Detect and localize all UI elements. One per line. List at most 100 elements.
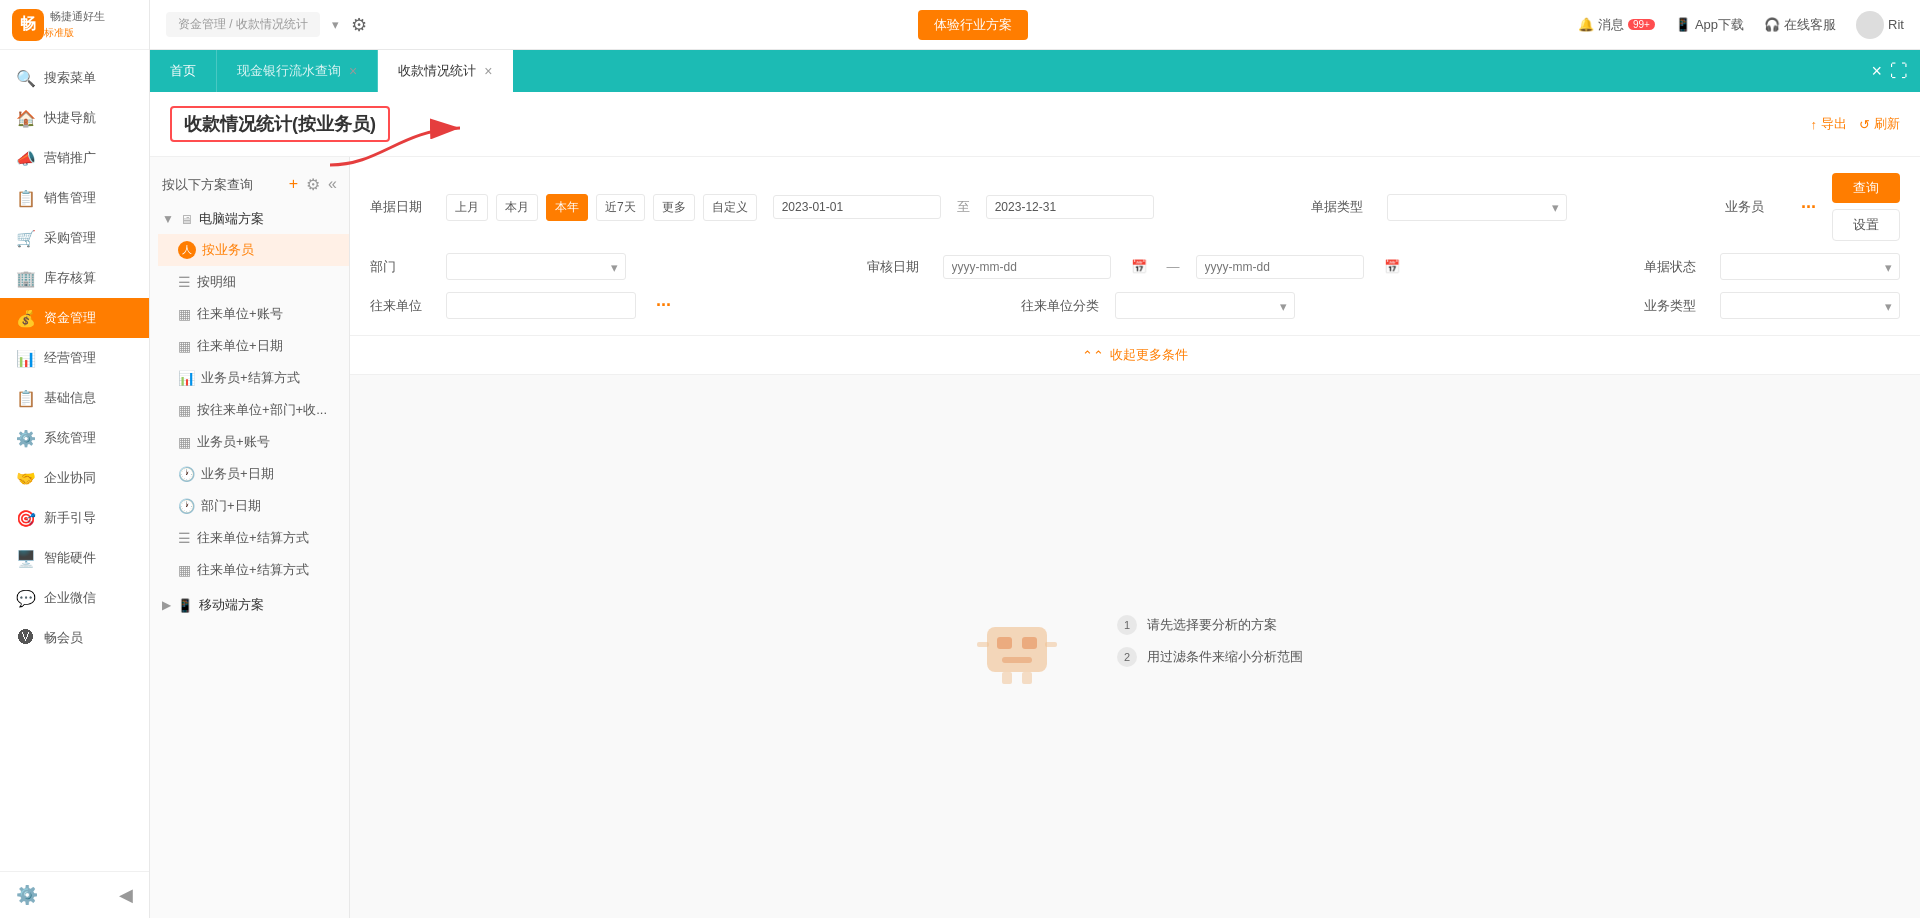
header-left: 资金管理 / 收款情况统计 ▾ ⚙	[166, 12, 367, 37]
sidebar-item-basic-info[interactable]: 📋 基础信息	[0, 378, 149, 418]
svg-rect-2	[1022, 637, 1037, 649]
date-btn-custom[interactable]: 自定义	[703, 194, 757, 221]
dept-label: 部门	[370, 258, 430, 276]
query-button[interactable]: 查询	[1832, 173, 1900, 203]
trial-button[interactable]: 体验行业方案	[918, 10, 1028, 40]
business-type-select[interactable]	[1720, 292, 1900, 319]
tab-bar-right: × ⛶	[1859, 50, 1920, 92]
sidebar-item-finance[interactable]: 💰 资金管理	[0, 298, 149, 338]
sidebar-item-hardware[interactable]: 🖥️ 智能硬件	[0, 538, 149, 578]
sidebar-collapse-icon[interactable]: ◀	[119, 884, 133, 906]
top-header: 资金管理 / 收款情况统计 ▾ ⚙ 体验行业方案 🔔 消息 99+ 📱 App下…	[150, 0, 1920, 50]
scheme-item-by-detail[interactable]: ☰ 按明细	[158, 266, 349, 298]
doc-status-select-wrapper	[1720, 253, 1900, 280]
tab-home[interactable]: 首页	[150, 50, 217, 92]
scheme-group-mobile-title[interactable]: ▶ 📱 移动端方案	[150, 590, 349, 620]
operations-icon: 📊	[16, 348, 36, 368]
salesperson-more-btn[interactable]: ···	[1801, 197, 1816, 218]
date-btn-last-month[interactable]: 上月	[446, 194, 488, 221]
step-1-label: 请先选择要分析的方案	[1147, 616, 1277, 634]
username: Rit	[1888, 17, 1904, 32]
scheme-item-salesperson-date[interactable]: 🕐 业务员+日期	[158, 458, 349, 490]
online-service-area[interactable]: 🎧 在线客服	[1764, 16, 1836, 34]
date-btn-this-month[interactable]: 本月	[496, 194, 538, 221]
partner-input[interactable]	[446, 292, 636, 319]
scheme-item-salesperson-settlement[interactable]: 📊 业务员+结算方式	[158, 362, 349, 394]
purchase-icon: 🛒	[16, 228, 36, 248]
tab-bank-flow[interactable]: 现金银行流水查询 ×	[217, 50, 378, 92]
tab-receipt-stats[interactable]: 收款情况统计 ×	[378, 50, 513, 92]
sidebar-item-member[interactable]: 🅥 畅会员	[0, 618, 149, 658]
sidebar-item-wechat[interactable]: 💬 企业微信	[0, 578, 149, 618]
date-quick-btns-group: 上月 本月 本年 近7天 更多 自定义	[446, 194, 757, 221]
panel-add-button[interactable]: +	[289, 175, 298, 194]
sidebar-item-inventory[interactable]: 🏢 库存核算	[0, 258, 149, 298]
date-from-input[interactable]	[773, 195, 941, 219]
sidebar-item-purchase[interactable]: 🛒 采购管理	[0, 218, 149, 258]
doc-type-select[interactable]	[1387, 194, 1567, 221]
window-close-icon[interactable]: ×	[1871, 61, 1882, 82]
sidebar-item-search[interactable]: 🔍 搜索菜单	[0, 58, 149, 98]
sidebar-item-system[interactable]: ⚙️ 系统管理	[0, 418, 149, 458]
header-settings-icon[interactable]: ⚙	[351, 14, 367, 36]
date-btn-last-7-days[interactable]: 近7天	[596, 194, 645, 221]
date-to-input[interactable]	[986, 195, 1154, 219]
dept-select[interactable]	[446, 253, 626, 280]
scheme-item-partner-account[interactable]: ▦ 往来单位+账号	[158, 298, 349, 330]
notifications-area[interactable]: 🔔 消息 99+	[1578, 16, 1655, 34]
scheme-item-dept-date[interactable]: 🕐 部门+日期	[158, 490, 349, 522]
tab-bank-flow-close-icon[interactable]: ×	[349, 63, 357, 79]
review-date-to-input[interactable]	[1196, 255, 1364, 279]
business-type-select-wrapper	[1720, 292, 1900, 319]
scheme-item-by-salesperson[interactable]: 人 按业务员	[158, 234, 349, 266]
filter-row-3: 往来单位 ··· 往来单位分类 业务类型	[370, 292, 1900, 319]
app-download-label: App下载	[1695, 16, 1744, 34]
scheme-item-partner-settlement2[interactable]: ▦ 往来单位+结算方式	[158, 554, 349, 586]
salesperson-label: 业务员	[1725, 198, 1785, 216]
settings-button[interactable]: 设置	[1832, 209, 1900, 241]
scheme-item-partner-settlement[interactable]: ☰ 往来单位+结算方式	[158, 522, 349, 554]
scheme-item-salesperson-account[interactable]: ▦ 业务员+账号	[158, 426, 349, 458]
tab-receipt-stats-label: 收款情况统计	[398, 62, 476, 80]
sidebar-item-sales[interactable]: 📋 销售管理	[0, 178, 149, 218]
sidebar-item-guide[interactable]: 🎯 新手引导	[0, 498, 149, 538]
scheme-item-partner-dept-collect[interactable]: ▦ 按往来单位+部门+收...	[158, 394, 349, 426]
partner-category-select[interactable]	[1115, 292, 1295, 319]
partner-more-btn[interactable]: ···	[656, 295, 671, 316]
doc-status-select[interactable]	[1720, 253, 1900, 280]
filter-area: 单据日期 上月 本月 本年 近7天 更多 自定义 至	[350, 157, 1920, 336]
date-btn-this-year[interactable]: 本年	[546, 194, 588, 221]
sidebar-settings-icon[interactable]: ⚙️	[16, 884, 38, 906]
sidebar-item-marketing[interactable]: 📣 营销推广	[0, 138, 149, 178]
scheme-group-desktop-title[interactable]: ▼ 🖥 电脑端方案	[150, 204, 349, 234]
breadcrumb-dropdown-icon[interactable]: ▾	[332, 17, 339, 32]
sidebar-item-enterprise[interactable]: 🤝 企业协同	[0, 458, 149, 498]
clock-icon: 🕐	[178, 498, 195, 514]
group-label: 移动端方案	[199, 596, 264, 614]
export-button[interactable]: ↑ 导出	[1811, 115, 1848, 133]
user-area[interactable]: Rit	[1856, 11, 1904, 39]
collapse-icon: ⌃⌃	[1082, 348, 1104, 363]
table-icon: ▦	[178, 434, 191, 450]
group-expand-icon: ▼	[162, 212, 174, 226]
panel-collapse-button[interactable]: «	[328, 175, 337, 194]
collapse-bar[interactable]: ⌃⌃ 收起更多条件	[350, 336, 1920, 375]
scheme-item-label: 业务员+日期	[201, 465, 274, 483]
window-maximize-icon[interactable]: ⛶	[1890, 61, 1908, 82]
date-btn-more[interactable]: 更多	[653, 194, 695, 221]
scheme-item-partner-date[interactable]: ▦ 往来单位+日期	[158, 330, 349, 362]
review-date-from-input[interactable]	[943, 255, 1111, 279]
tab-receipt-stats-close-icon[interactable]: ×	[484, 63, 492, 79]
app-download-area[interactable]: 📱 App下载	[1675, 16, 1744, 34]
page-actions: ↑ 导出 ↺ 刷新	[1811, 115, 1901, 133]
table-icon: ▦	[178, 306, 191, 322]
doc-type-label: 单据类型	[1311, 198, 1371, 216]
refresh-button[interactable]: ↺ 刷新	[1859, 115, 1900, 133]
folder-icon: 🖥	[180, 212, 193, 227]
panel-settings-button[interactable]: ⚙	[306, 175, 320, 194]
sidebar-item-label: 经营管理	[44, 349, 96, 367]
sidebar-item-quick-nav[interactable]: 🏠 快捷导航	[0, 98, 149, 138]
empty-step-2: 2 用过滤条件来缩小分析范围	[1117, 647, 1303, 667]
doc-type-select-wrapper	[1387, 194, 1567, 221]
sidebar-item-operations[interactable]: 📊 经营管理	[0, 338, 149, 378]
